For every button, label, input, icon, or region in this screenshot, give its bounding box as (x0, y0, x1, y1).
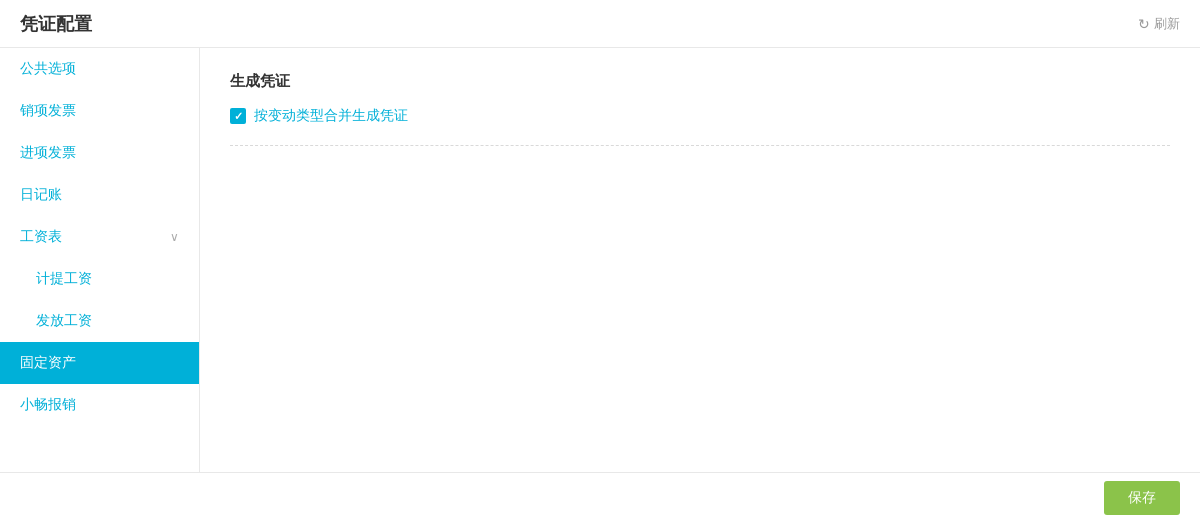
save-button[interactable]: 保存 (1104, 481, 1180, 515)
generate-voucher-option: ✓ 按变动类型合并生成凭证 (230, 107, 1170, 125)
sidebar-item-journal[interactable]: 日记账 (0, 174, 199, 216)
page-title: 凭证配置 (20, 12, 92, 36)
sidebar-item-purchase-invoice[interactable]: 进项发票 (0, 132, 199, 174)
sidebar-item-label: 日记账 (20, 186, 62, 204)
sidebar-item-sales-invoice[interactable]: 销项发票 (0, 90, 199, 132)
sidebar-item-label: 固定资产 (20, 354, 76, 372)
main-area: 公共选项 销项发票 进项发票 日记账 工资表 ∨ 计提工资 发放工资 固定资 (0, 48, 1200, 472)
sidebar-item-label: 计提工资 (36, 270, 92, 288)
sidebar: 公共选项 销项发票 进项发票 日记账 工资表 ∨ 计提工资 发放工资 固定资 (0, 48, 200, 472)
section-title: 生成凭证 (230, 72, 1170, 91)
sidebar-item-label: 销项发票 (20, 102, 76, 120)
refresh-button[interactable]: ↻ 刷新 (1138, 15, 1180, 33)
sidebar-item-public-options[interactable]: 公共选项 (0, 48, 199, 90)
refresh-icon: ↻ (1138, 16, 1150, 32)
merge-by-type-label: 按变动类型合并生成凭证 (254, 107, 408, 125)
sidebar-item-fixed-assets[interactable]: 固定资产 (0, 342, 199, 384)
section-divider (230, 145, 1170, 146)
checkmark-icon: ✓ (234, 110, 243, 123)
sidebar-item-label: 公共选项 (20, 60, 76, 78)
sidebar-item-payroll[interactable]: 工资表 ∨ (0, 216, 199, 258)
page-wrapper: 凭证配置 ↻ 刷新 公共选项 销项发票 进项发票 日记账 工资表 ∨ (0, 0, 1200, 522)
sidebar-item-label: 工资表 (20, 228, 62, 246)
merge-by-type-checkbox[interactable]: ✓ (230, 108, 246, 124)
sidebar-item-pay-salary[interactable]: 发放工资 (0, 300, 199, 342)
sidebar-item-label: 进项发票 (20, 144, 76, 162)
sidebar-item-label: 小畅报销 (20, 396, 76, 414)
content-area: 生成凭证 ✓ 按变动类型合并生成凭证 (200, 48, 1200, 472)
refresh-label: 刷新 (1154, 15, 1180, 33)
sidebar-item-expense[interactable]: 小畅报销 (0, 384, 199, 426)
chevron-down-icon: ∨ (170, 230, 179, 244)
header: 凭证配置 ↻ 刷新 (0, 0, 1200, 48)
sidebar-item-calc-salary[interactable]: 计提工资 (0, 258, 199, 300)
sidebar-item-label: 发放工资 (36, 312, 92, 330)
footer: 保存 (0, 472, 1200, 522)
